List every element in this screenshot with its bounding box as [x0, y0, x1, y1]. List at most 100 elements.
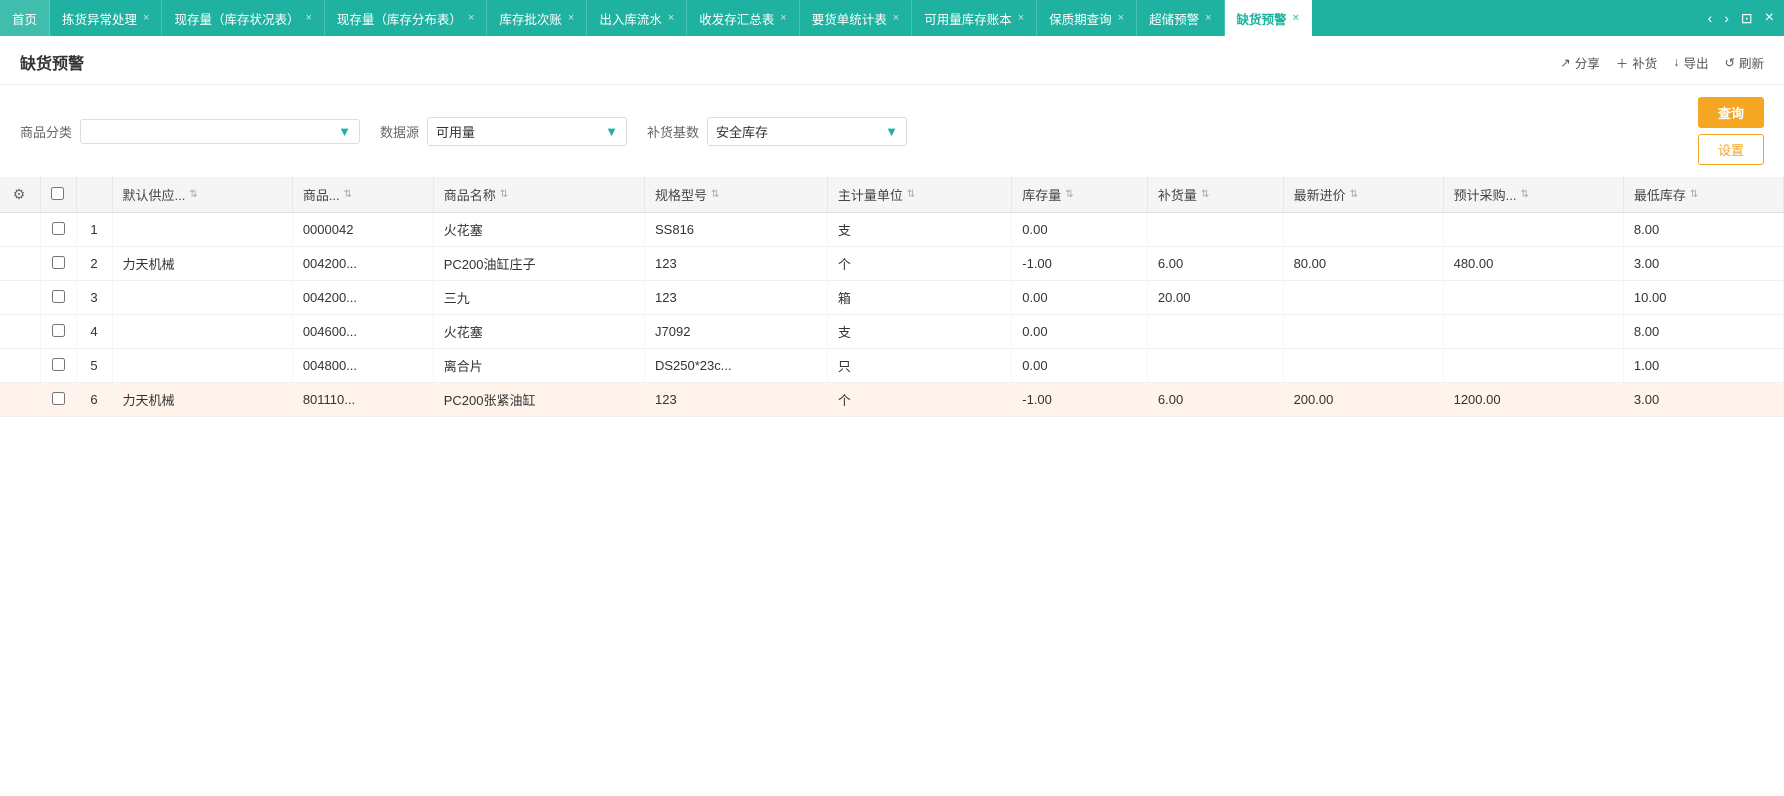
- th-latest-price[interactable]: 最新进价 ⇅: [1283, 177, 1443, 213]
- table-row: 6 力天机械 801110... PC200张紧油缸 123 个 -1.00 6…: [0, 383, 1784, 417]
- row-checkbox-1[interactable]: [52, 256, 65, 269]
- tab-expiry[interactable]: 保质期查询×: [1037, 0, 1137, 36]
- tab-next-button[interactable]: ›: [1718, 6, 1735, 30]
- row-latest-price: 80.00: [1283, 247, 1443, 281]
- th-min-stock[interactable]: 最低库存 ⇅: [1623, 177, 1783, 213]
- restock-button[interactable]: ＋ 补货: [1616, 53, 1658, 72]
- restore-button[interactable]: ⊡: [1735, 6, 1759, 31]
- tab-close-inventory-dist[interactable]: ×: [468, 12, 474, 24]
- row-gear-cell: [0, 213, 40, 247]
- table-row: 2 力天机械 004200... PC200油缸庄子 123 个 -1.00 6…: [0, 247, 1784, 281]
- row-product-code: 004800...: [292, 349, 433, 383]
- row-checkbox-cell[interactable]: [40, 315, 76, 349]
- table-row: 4 004600... 火花塞 J7092 支 0.00 8.00: [0, 315, 1784, 349]
- tab-inventory-status[interactable]: 现存量（库存状况表）×: [162, 0, 324, 36]
- row-unit: 个: [827, 247, 1011, 281]
- row-restock-qty: [1147, 349, 1283, 383]
- row-restock-qty: 20.00: [1147, 281, 1283, 315]
- restock-base-select[interactable]: 安全库存 ▼: [707, 117, 907, 146]
- row-restock-qty: [1147, 315, 1283, 349]
- share-icon: ↗: [1560, 55, 1570, 70]
- row-min-stock: 8.00: [1623, 213, 1783, 247]
- row-number: 1: [76, 213, 112, 247]
- tab-close-batch-account[interactable]: ×: [568, 12, 574, 24]
- row-checkbox-cell[interactable]: [40, 349, 76, 383]
- sort-name-icon: ⇅: [500, 189, 508, 200]
- sort-spec-icon: ⇅: [711, 189, 719, 200]
- tab-close-inventory-status[interactable]: ×: [305, 12, 311, 24]
- row-product-name: 三九: [433, 281, 644, 315]
- row-number: 4: [76, 315, 112, 349]
- tab-close-exception[interactable]: ×: [143, 12, 149, 24]
- sort-restock-icon: ⇅: [1201, 189, 1209, 200]
- tab-close-available-ledger[interactable]: ×: [1018, 12, 1024, 24]
- th-default-supplier[interactable]: 默认供应... ⇅: [112, 177, 292, 213]
- category-select[interactable]: ▼: [80, 119, 360, 144]
- tab-close-order-stats[interactable]: ×: [893, 12, 899, 24]
- tab-overstock[interactable]: 超储预警×: [1137, 0, 1224, 36]
- row-min-stock: 10.00: [1623, 281, 1783, 315]
- main-content: 缺货预警 ↗ 分享 ＋ 补货 ↓ 导出 ↺ 刷新 商品分类: [0, 36, 1784, 796]
- row-checkbox-0[interactable]: [52, 222, 65, 235]
- close-window-button[interactable]: ×: [1759, 5, 1780, 31]
- row-spec: SS816: [645, 213, 828, 247]
- filter-bar: 商品分类 ▼ 数据源 可用量 ▼ 补货基数 安全库存 ▼ 查询 设置: [0, 85, 1784, 177]
- row-checkbox-cell[interactable]: [40, 281, 76, 315]
- th-product-code[interactable]: 商品... ⇅: [292, 177, 433, 213]
- tab-order-stats[interactable]: 要货单统计表×: [800, 0, 912, 36]
- page-title: 缺货预警: [20, 50, 84, 74]
- select-all-checkbox[interactable]: [51, 187, 64, 200]
- table-row: 5 004800... 离合片 DS250*23c... 只 0.00 1.00: [0, 349, 1784, 383]
- row-estimated-purchase: [1443, 349, 1623, 383]
- row-checkbox-5[interactable]: [52, 392, 65, 405]
- tab-close-receive-summary[interactable]: ×: [780, 12, 786, 24]
- th-stock[interactable]: 库存量 ⇅: [1012, 177, 1148, 213]
- tab-available-ledger[interactable]: 可用量库存账本×: [912, 0, 1037, 36]
- row-checkbox-4[interactable]: [52, 358, 65, 371]
- row-restock-qty: [1147, 213, 1283, 247]
- query-button[interactable]: 查询: [1698, 97, 1764, 128]
- gear-icon[interactable]: ⚙: [10, 186, 28, 204]
- row-checkbox-2[interactable]: [52, 290, 65, 303]
- tab-inventory-dist[interactable]: 现存量（库存分布表）×: [325, 0, 487, 36]
- tab-close-overstock[interactable]: ×: [1205, 12, 1211, 24]
- row-unit: 个: [827, 383, 1011, 417]
- row-gear-cell: [0, 349, 40, 383]
- export-button[interactable]: ↓ 导出: [1673, 53, 1708, 72]
- row-checkbox-cell[interactable]: [40, 383, 76, 417]
- tab-prev-button[interactable]: ‹: [1702, 6, 1719, 30]
- row-product-name: PC200张紧油缸: [433, 383, 644, 417]
- row-checkbox-cell[interactable]: [40, 213, 76, 247]
- th-estimated-purchase[interactable]: 预计采购... ⇅: [1443, 177, 1623, 213]
- tab-close-inout-flow[interactable]: ×: [668, 12, 674, 24]
- tab-close-shortage[interactable]: ×: [1293, 12, 1299, 24]
- th-checkbox: [40, 177, 76, 213]
- tab-inout-flow[interactable]: 出入库流水×: [587, 0, 687, 36]
- th-spec[interactable]: 规格型号 ⇅: [645, 177, 828, 213]
- sort-unit-icon: ⇅: [907, 189, 915, 200]
- tab-receive-summary[interactable]: 收发存汇总表×: [687, 0, 799, 36]
- datasource-select[interactable]: 可用量 ▼: [427, 117, 627, 146]
- th-unit[interactable]: 主计量单位 ⇅: [827, 177, 1011, 213]
- tab-exception[interactable]: 拣货异常处理×: [50, 0, 162, 36]
- row-estimated-purchase: 480.00: [1443, 247, 1623, 281]
- th-product-name[interactable]: 商品名称 ⇅: [433, 177, 644, 213]
- row-checkbox-cell[interactable]: [40, 247, 76, 281]
- tab-close-expiry[interactable]: ×: [1118, 12, 1124, 24]
- row-stock: 0.00: [1012, 349, 1148, 383]
- row-checkbox-3[interactable]: [52, 324, 65, 337]
- settings-button[interactable]: 设置: [1698, 134, 1764, 165]
- th-gear[interactable]: ⚙: [0, 177, 40, 213]
- refresh-button[interactable]: ↺ 刷新: [1725, 53, 1765, 72]
- tab-shortage[interactable]: 缺货预警×: [1225, 0, 1312, 36]
- row-product-code: 0000042: [292, 213, 433, 247]
- tab-batch-account[interactable]: 库存批次账×: [487, 0, 587, 36]
- restock-icon: ＋: [1616, 53, 1629, 72]
- row-latest-price: [1283, 349, 1443, 383]
- th-restock-qty[interactable]: 补货量 ⇅: [1147, 177, 1283, 213]
- restock-base-filter-group: 补货基数 安全库存 ▼: [647, 117, 907, 146]
- row-number: 3: [76, 281, 112, 315]
- share-button[interactable]: ↗ 分享: [1560, 53, 1600, 72]
- tab-home[interactable]: 首页: [0, 0, 50, 36]
- row-supplier: [112, 315, 292, 349]
